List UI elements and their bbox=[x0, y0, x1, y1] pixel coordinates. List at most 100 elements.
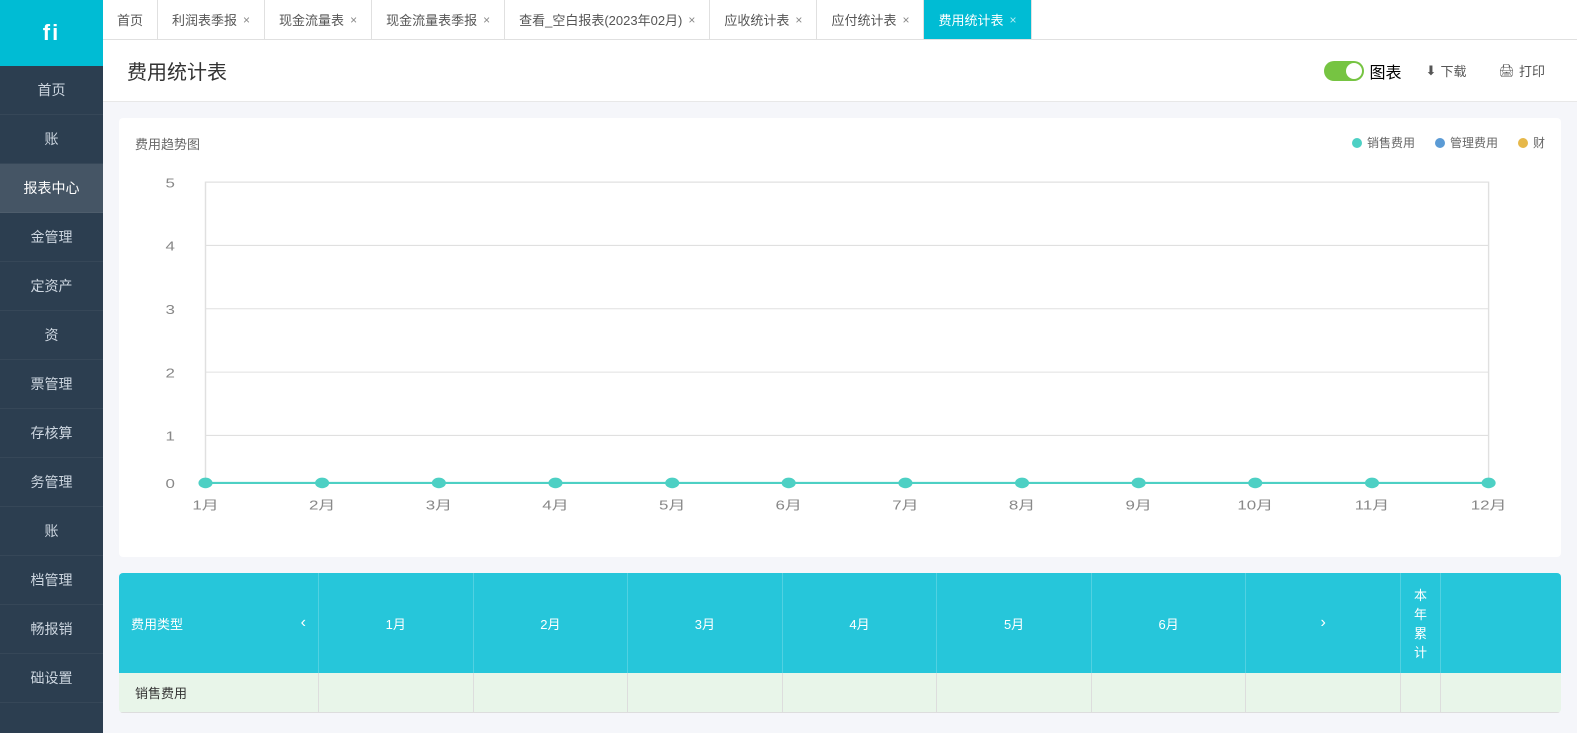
close-icon[interactable]: × bbox=[483, 13, 490, 27]
svg-text:11月: 11月 bbox=[1355, 498, 1389, 512]
sidebar-item-invoice-mgmt[interactable]: 票管理 bbox=[0, 360, 103, 409]
sidebar-item-fixed-assets[interactable]: 定资产 bbox=[0, 262, 103, 311]
print-button[interactable]: 🖨 打印 bbox=[1490, 57, 1553, 84]
table-col-type: 费用类型 ‹ bbox=[119, 573, 319, 673]
chart-toggle-wrapper: 图表 bbox=[1324, 59, 1402, 83]
page-content: 费用统计表 图表 ⬇ 下载 🖨 打印 费用趋势图 bbox=[103, 40, 1577, 733]
chart-toggle-label: 图表 bbox=[1370, 59, 1402, 83]
table-section: 费用类型 ‹ 1月 2月 3月 4月 5月 6月 › 本年累计 销售费用 bbox=[119, 573, 1561, 713]
legend-admin: 管理费用 bbox=[1435, 134, 1498, 151]
tab-profit-quarterly[interactable]: 利润表季报 × bbox=[158, 0, 265, 39]
legend-dot-sales bbox=[1352, 138, 1362, 148]
table-col-may: 5月 bbox=[937, 573, 1092, 673]
chart-title: 费用趋势图 bbox=[135, 134, 1545, 153]
header-actions: 图表 ⬇ 下载 🖨 打印 bbox=[1324, 57, 1553, 84]
page-header: 费用统计表 图表 ⬇ 下载 🖨 打印 bbox=[103, 40, 1577, 102]
table-cell-apr bbox=[783, 673, 938, 712]
close-icon[interactable]: × bbox=[688, 13, 695, 27]
table-cell-feb bbox=[474, 673, 629, 712]
download-button[interactable]: ⬇ 下载 bbox=[1418, 57, 1475, 84]
print-label: 打印 bbox=[1519, 61, 1545, 80]
close-icon[interactable]: × bbox=[902, 13, 909, 27]
legend-finance: 财 bbox=[1518, 134, 1545, 151]
svg-text:1: 1 bbox=[166, 430, 175, 444]
chart-svg: 5 4 3 2 1 0 bbox=[135, 161, 1545, 541]
svg-text:6月: 6月 bbox=[776, 498, 802, 512]
legend-label-sales: 销售费用 bbox=[1367, 134, 1415, 151]
svg-text:2: 2 bbox=[166, 366, 175, 380]
svg-text:5: 5 bbox=[166, 176, 175, 190]
chart-container: 5 4 3 2 1 0 bbox=[135, 161, 1545, 541]
sidebar: fi 首页 账 报表中心 金管理 定资产 资 票管理 存核算 务管理 账 档管理… bbox=[0, 0, 103, 733]
close-icon[interactable]: × bbox=[1009, 13, 1016, 27]
table-col-apr: 4月 bbox=[783, 573, 938, 673]
download-icon: ⬇ bbox=[1426, 63, 1437, 79]
svg-text:2月: 2月 bbox=[309, 498, 335, 512]
svg-text:12月: 12月 bbox=[1471, 498, 1507, 512]
sidebar-item-investment[interactable]: 资 bbox=[0, 311, 103, 360]
table-cell-nav bbox=[1246, 673, 1401, 712]
tab-expense-stats[interactable]: 费用统计表 × bbox=[924, 0, 1031, 39]
svg-text:4月: 4月 bbox=[542, 498, 568, 512]
chart-toggle[interactable] bbox=[1324, 61, 1364, 81]
svg-text:9月: 9月 bbox=[1125, 498, 1151, 512]
tab-receivable[interactable]: 应收统计表 × bbox=[710, 0, 817, 39]
tab-blank-report[interactable]: 查看_空白报表(2023年02月) × bbox=[505, 0, 710, 39]
legend-dot-finance bbox=[1518, 138, 1528, 148]
tab-home[interactable]: 首页 bbox=[103, 0, 158, 39]
sidebar-item-inventory[interactable]: 存核算 bbox=[0, 409, 103, 458]
sidebar-item-report-center[interactable]: 报表中心 bbox=[0, 164, 103, 213]
page-title: 费用统计表 bbox=[127, 56, 227, 85]
close-icon[interactable]: × bbox=[795, 13, 802, 27]
sidebar-item-task-mgmt[interactable]: 务管理 bbox=[0, 458, 103, 507]
svg-text:3月: 3月 bbox=[426, 498, 452, 512]
table-cell-jan bbox=[319, 673, 474, 712]
table-col-mar: 3月 bbox=[628, 573, 783, 673]
chart-legend: 销售费用 管理费用 财 bbox=[1352, 134, 1545, 151]
legend-label-finance: 财 bbox=[1533, 134, 1545, 151]
svg-text:8月: 8月 bbox=[1009, 498, 1035, 512]
sidebar-item-archive-mgmt[interactable]: 档管理 bbox=[0, 556, 103, 605]
svg-text:5月: 5月 bbox=[659, 498, 685, 512]
table-col-ytd: 本年累计 bbox=[1401, 573, 1441, 673]
print-icon: 🖨 bbox=[1498, 63, 1515, 79]
nav-next-cell: › bbox=[1246, 573, 1401, 673]
table-row: 销售费用 bbox=[119, 673, 1561, 713]
svg-text:7月: 7月 bbox=[892, 498, 918, 512]
legend-dot-admin bbox=[1435, 138, 1445, 148]
sidebar-logo: fi bbox=[0, 0, 103, 66]
tab-cashflow-quarterly[interactable]: 现金流量表季报 × bbox=[372, 0, 505, 39]
svg-text:0: 0 bbox=[166, 477, 175, 491]
sidebar-item-home[interactable]: 首页 bbox=[0, 66, 103, 115]
sidebar-item-fund-mgmt[interactable]: 金管理 bbox=[0, 213, 103, 262]
tab-bar: 首页 利润表季报 × 现金流量表 × 现金流量表季报 × 查看_空白报表(202… bbox=[103, 0, 1577, 40]
legend-label-admin: 管理费用 bbox=[1450, 134, 1498, 151]
table-cell-mar bbox=[628, 673, 783, 712]
sidebar-item-ledger[interactable]: 账 bbox=[0, 507, 103, 556]
table-header: 费用类型 ‹ 1月 2月 3月 4月 5月 6月 › 本年累计 bbox=[119, 573, 1561, 673]
table-cell-type: 销售费用 bbox=[119, 673, 319, 712]
sidebar-item-write-off[interactable]: 畅报销 bbox=[0, 605, 103, 654]
svg-text:1月: 1月 bbox=[192, 498, 218, 512]
nav-next-arrow[interactable]: › bbox=[1321, 614, 1326, 632]
sidebar-item-settings[interactable]: 础设置 bbox=[0, 654, 103, 703]
sidebar-item-account[interactable]: 账 bbox=[0, 115, 103, 164]
tab-cashflow[interactable]: 现金流量表 × bbox=[265, 0, 372, 39]
close-icon[interactable]: × bbox=[350, 13, 357, 27]
nav-prev-arrow[interactable]: ‹ bbox=[301, 614, 306, 632]
svg-text:10月: 10月 bbox=[1237, 498, 1273, 512]
table-col-feb: 2月 bbox=[474, 573, 629, 673]
table-col-jan: 1月 bbox=[319, 573, 474, 673]
main-area: 首页 利润表季报 × 现金流量表 × 现金流量表季报 × 查看_空白报表(202… bbox=[103, 0, 1577, 733]
table-cell-ytd bbox=[1401, 673, 1441, 712]
tab-payable[interactable]: 应付统计表 × bbox=[817, 0, 924, 39]
download-label: 下载 bbox=[1440, 61, 1466, 80]
chart-section: 费用趋势图 销售费用 管理费用 财 bbox=[119, 118, 1561, 557]
table-cell-may bbox=[937, 673, 1092, 712]
close-icon[interactable]: × bbox=[243, 13, 250, 27]
table-cell-jun bbox=[1092, 673, 1247, 712]
table-col-jun: 6月 bbox=[1092, 573, 1247, 673]
svg-text:3: 3 bbox=[166, 303, 175, 317]
svg-text:4: 4 bbox=[166, 240, 175, 254]
legend-sales: 销售费用 bbox=[1352, 134, 1415, 151]
